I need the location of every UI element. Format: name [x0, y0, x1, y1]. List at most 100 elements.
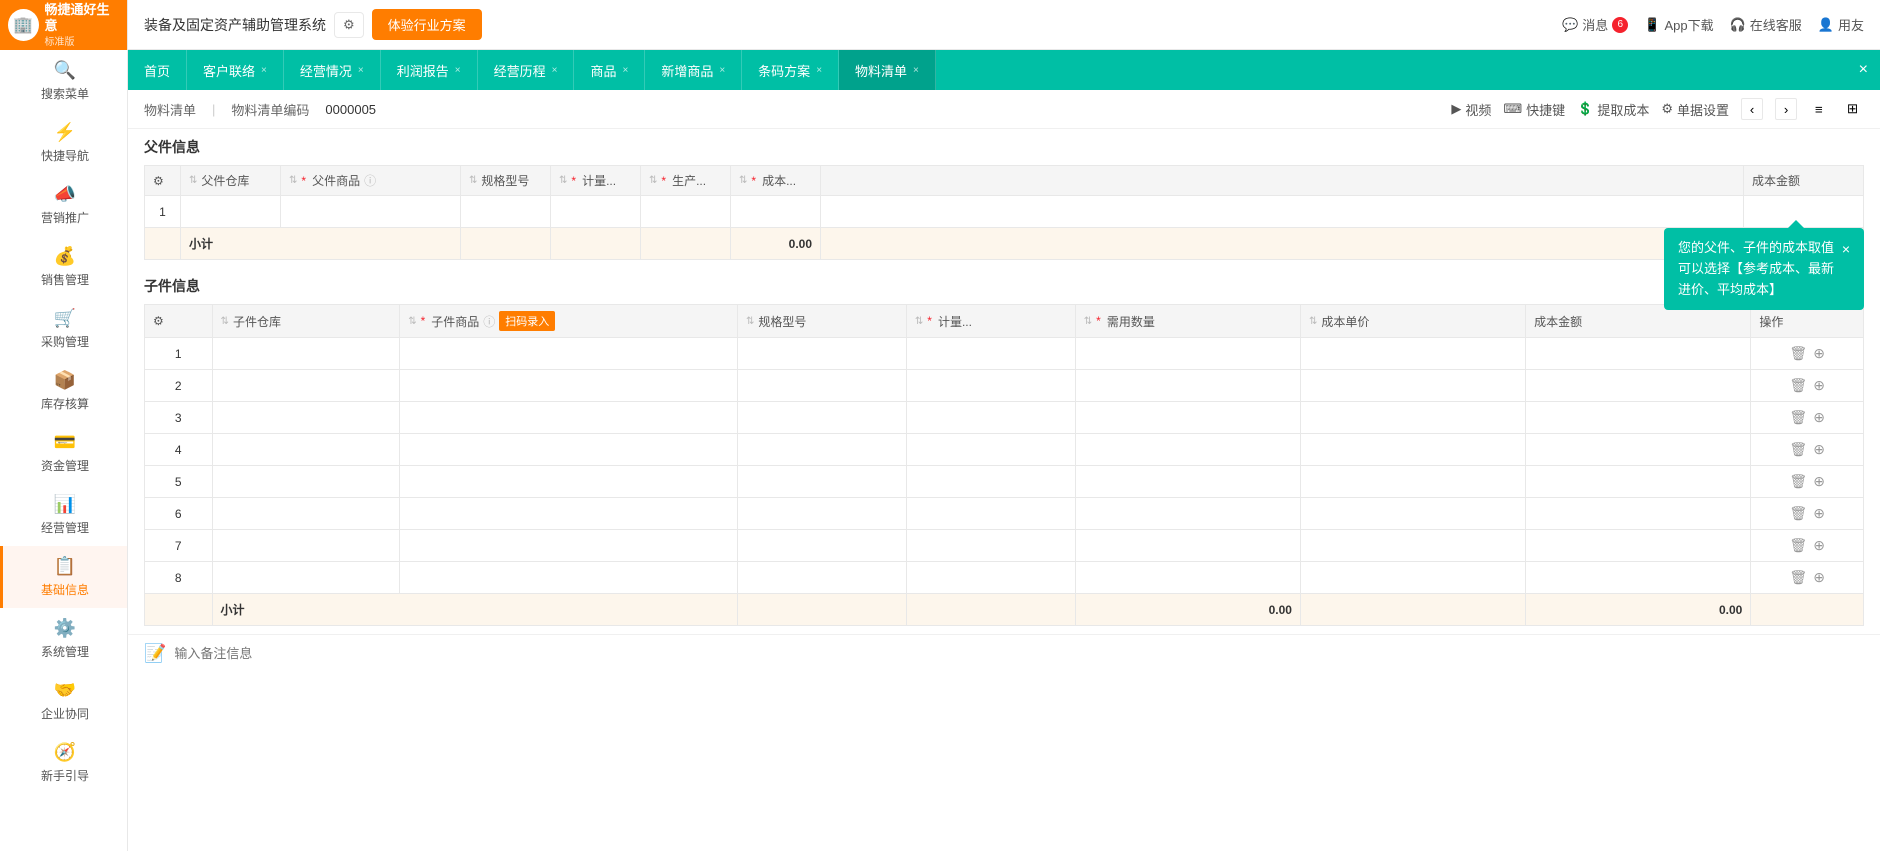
sidebar-item-operations[interactable]: 📊 经营管理 — [0, 484, 127, 546]
trial-button[interactable]: 体验行业方案 — [372, 9, 482, 40]
copy-row-icon[interactable]: ⊕ — [1813, 409, 1825, 426]
child-warehouse-cell[interactable] — [212, 466, 400, 498]
tab-customer-close[interactable]: × — [261, 65, 267, 76]
child-warehouse-cell[interactable] — [212, 370, 400, 402]
cost-action[interactable]: 💲 提取成本 — [1577, 100, 1649, 119]
close-all-tabs[interactable]: × — [1847, 61, 1880, 79]
child-warehouse-cell[interactable] — [212, 530, 400, 562]
tab-history-close[interactable]: × — [552, 65, 558, 76]
delete-row-icon[interactable]: 🗑 — [1789, 505, 1807, 522]
child-warehouse-cell[interactable] — [212, 498, 400, 530]
delete-row-icon[interactable]: 🗑 — [1789, 441, 1807, 458]
tab-bom-close[interactable]: × — [913, 65, 919, 76]
tab-customer[interactable]: 客户联络 × — [187, 50, 284, 90]
child-settings-col[interactable]: ⚙ — [145, 305, 213, 338]
child-product-cell[interactable] — [400, 338, 738, 370]
tab-history[interactable]: 经营历程 × — [478, 50, 575, 90]
user-item[interactable]: 👤 用友 — [1818, 15, 1864, 34]
tab-ops-close[interactable]: × — [358, 65, 364, 76]
delete-row-icon[interactable]: 🗑 — [1789, 377, 1807, 394]
tab-goods-close[interactable]: × — [622, 65, 628, 76]
scan-badge[interactable]: 扫码录入 — [499, 311, 555, 331]
tab-add-goods-close[interactable]: × — [719, 65, 725, 76]
parent-spec-cell[interactable] — [461, 196, 551, 228]
tab-profit-close[interactable]: × — [455, 65, 461, 76]
child-need-qty-cell[interactable] — [1075, 530, 1300, 562]
copy-row-icon[interactable]: ⊕ — [1813, 505, 1825, 522]
child-warehouse-cell[interactable] — [212, 338, 400, 370]
parent-warehouse-cell[interactable] — [181, 196, 281, 228]
child-warehouse-cell[interactable] — [212, 562, 400, 594]
tab-operations[interactable]: 经营情况 × — [284, 50, 381, 90]
video-action[interactable]: ▶ 视频 — [1451, 100, 1491, 119]
child-qty-cell[interactable] — [906, 498, 1075, 530]
child-spec-cell[interactable] — [737, 370, 906, 402]
sidebar-item-sales[interactable]: 💰 销售管理 — [0, 236, 127, 298]
shortcut-action[interactable]: ⌨ 快捷键 — [1503, 100, 1565, 119]
parent-cost-cell[interactable] — [731, 196, 821, 228]
tab-home[interactable]: 首页 — [128, 50, 187, 90]
child-spec-cell[interactable] — [737, 402, 906, 434]
copy-row-icon[interactable]: ⊕ — [1813, 441, 1825, 458]
delete-row-icon[interactable]: 🗑 — [1789, 569, 1807, 586]
delete-row-icon[interactable]: 🗑 — [1789, 409, 1807, 426]
child-spec-cell[interactable] — [737, 466, 906, 498]
sidebar-item-basic-info[interactable]: 📋 基础信息 — [0, 546, 127, 608]
tab-barcode-close[interactable]: × — [816, 65, 822, 76]
child-product-cell[interactable] — [400, 498, 738, 530]
child-qty-cell[interactable] — [906, 434, 1075, 466]
tab-goods[interactable]: 商品 × — [574, 50, 645, 90]
breadcrumb-bom[interactable]: 物料清单 — [144, 100, 196, 119]
sidebar-item-system[interactable]: ⚙️ 系统管理 — [0, 608, 127, 670]
view-grid-button[interactable]: ⊞ — [1841, 99, 1864, 119]
child-qty-cell[interactable] — [906, 562, 1075, 594]
delete-row-icon[interactable]: 🗑 — [1789, 537, 1807, 554]
next-doc-button[interactable]: › — [1775, 98, 1797, 120]
note-input[interactable] — [174, 646, 1864, 661]
child-cost-price-cell[interactable] — [1300, 338, 1525, 370]
parent-product-cell[interactable] — [281, 196, 461, 228]
child-product-cell[interactable] — [400, 370, 738, 402]
sidebar-item-purchase[interactable]: 🛒 采购管理 — [0, 298, 127, 360]
child-qty-cell[interactable] — [906, 466, 1075, 498]
child-qty-cell[interactable] — [906, 370, 1075, 402]
child-cost-price-cell[interactable] — [1300, 370, 1525, 402]
parent-settings-col[interactable]: ⚙ — [145, 166, 181, 196]
view-toggle-button[interactable]: ≡ — [1809, 100, 1829, 119]
child-spec-cell[interactable] — [737, 530, 906, 562]
child-product-cell[interactable] — [400, 466, 738, 498]
sidebar-item-search[interactable]: 🔍 搜索菜单 — [0, 50, 127, 112]
child-qty-cell[interactable] — [906, 338, 1075, 370]
message-item[interactable]: 💬 消息 6 — [1562, 15, 1628, 34]
child-product-cell[interactable] — [400, 402, 738, 434]
prev-doc-button[interactable]: ‹ — [1741, 98, 1763, 120]
child-need-qty-cell[interactable] — [1075, 562, 1300, 594]
delete-row-icon[interactable]: 🗑 — [1789, 473, 1807, 490]
sidebar-item-finance[interactable]: 💳 资金管理 — [0, 422, 127, 484]
sidebar-item-inventory[interactable]: 📦 库存核算 — [0, 360, 127, 422]
child-spec-cell[interactable] — [737, 498, 906, 530]
child-spec-cell[interactable] — [737, 434, 906, 466]
copy-row-icon[interactable]: ⊕ — [1813, 345, 1825, 362]
child-qty-cell[interactable] — [906, 530, 1075, 562]
settings-button[interactable]: ⚙ — [334, 12, 364, 38]
child-need-qty-cell[interactable] — [1075, 402, 1300, 434]
child-warehouse-cell[interactable] — [212, 434, 400, 466]
parent-prod-cell[interactable] — [641, 196, 731, 228]
online-service-item[interactable]: 🎧 在线客服 — [1730, 15, 1802, 34]
child-need-qty-cell[interactable] — [1075, 338, 1300, 370]
child-product-cell[interactable] — [400, 562, 738, 594]
sidebar-item-enterprise[interactable]: 🤝 企业协同 — [0, 670, 127, 732]
tooltip-close-button[interactable]: × — [1842, 238, 1850, 260]
child-cost-price-cell[interactable] — [1300, 530, 1525, 562]
child-product-cell[interactable] — [400, 530, 738, 562]
sidebar-item-marketing[interactable]: 📣 营销推广 — [0, 174, 127, 236]
child-cost-price-cell[interactable] — [1300, 466, 1525, 498]
copy-row-icon[interactable]: ⊕ — [1813, 473, 1825, 490]
sidebar-item-quick-nav[interactable]: ⚡ 快捷导航 — [0, 112, 127, 174]
child-warehouse-cell[interactable] — [212, 402, 400, 434]
child-spec-cell[interactable] — [737, 338, 906, 370]
parent-qty-cell[interactable] — [551, 196, 641, 228]
tab-bom[interactable]: 物料清单 × — [839, 50, 936, 90]
tab-profit[interactable]: 利润报告 × — [381, 50, 478, 90]
